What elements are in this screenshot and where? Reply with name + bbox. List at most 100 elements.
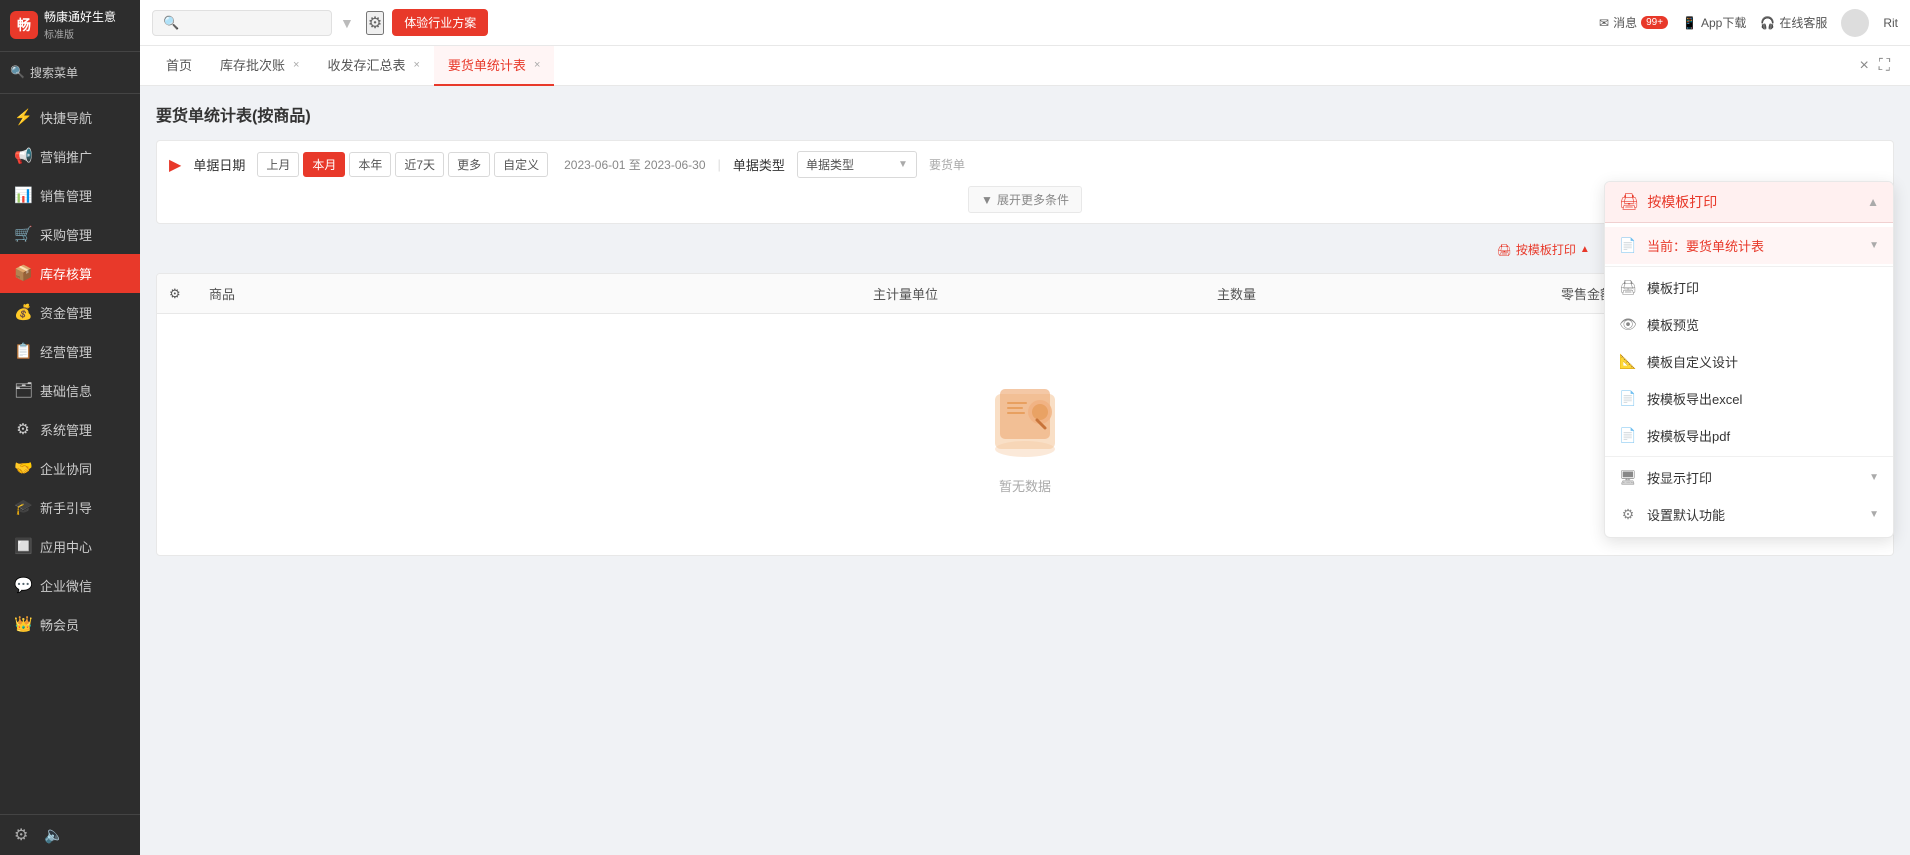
sidebar-item-marketing[interactable]: 📢 营销推广: [0, 137, 140, 176]
settings-bottom-icon[interactable]: ⚙: [14, 825, 28, 845]
template-print-arrow: ▲: [1580, 244, 1590, 255]
sidebar-item-label: 新手引导: [40, 498, 92, 517]
th-unit: 主计量单位: [861, 274, 1205, 313]
main-area: 🔍 ▼ ⚙ 体验行业方案 ✉ 消息 99+ 📱 App下载 🎧 在线客服 Rit: [140, 0, 1910, 855]
appstore-icon: 🔲: [14, 537, 32, 555]
expand-icon: ▼: [981, 193, 993, 207]
topbar-search-box[interactable]: 🔍: [152, 10, 332, 36]
dropdown-template-design[interactable]: 📐 模板自定义设计: [1605, 343, 1893, 380]
template-print-label: 按模板打印: [1516, 241, 1576, 258]
tab-order-stats-close[interactable]: ×: [534, 59, 540, 71]
online-service-label: 在线客服: [1779, 14, 1827, 31]
topbar-search-input[interactable]: [185, 16, 305, 30]
sidebar-item-label: 采购管理: [40, 225, 92, 244]
dropdown-current-template[interactable]: 📄 当前：要货单统计表 ▼: [1605, 227, 1893, 264]
tab-batch-account-close[interactable]: ×: [293, 59, 299, 71]
dropdown-default-func[interactable]: ⚙ 设置默认功能 ▼: [1605, 496, 1893, 533]
sidebar-item-label: 企业协同: [40, 459, 92, 478]
window-close-btn[interactable]: ×: [1859, 57, 1868, 75]
dropdown-printer-icon: 🖨: [1619, 192, 1639, 212]
dropdown-template-preview-label: 模板预览: [1647, 315, 1879, 334]
speaker-icon[interactable]: 🔈: [44, 825, 64, 845]
topbar-dropdown-arrow[interactable]: ▼: [340, 15, 354, 31]
tab-home[interactable]: 首页: [152, 46, 206, 86]
dropdown-display-print-arrow: ▼: [1869, 472, 1879, 483]
sidebar-item-operations[interactable]: 📋 经营管理: [0, 332, 140, 371]
user-avatar[interactable]: [1841, 9, 1869, 37]
app-download-action[interactable]: 📱 App下载: [1682, 14, 1746, 31]
dropdown-header-left: 🖨 按模板打印: [1619, 192, 1717, 212]
search-menu-label: 搜索菜单: [30, 64, 78, 81]
filter-divider1: |: [718, 157, 721, 172]
dropdown-default-func-label: 设置默认功能: [1647, 505, 1859, 524]
date-btn-current-month[interactable]: 本月: [303, 152, 345, 177]
sidebar-item-quick-nav[interactable]: ⚡ 快捷导航: [0, 98, 140, 137]
th-quantity: 主数量: [1205, 274, 1549, 313]
date-btn-current-year[interactable]: 本年: [349, 152, 391, 177]
dropdown-collapse-icon[interactable]: ▲: [1867, 195, 1879, 209]
search-menu-button[interactable]: 🔍 搜索菜单: [10, 60, 130, 85]
expand-more-button[interactable]: ▼ 展开更多条件: [968, 186, 1082, 213]
trial-button[interactable]: 体验行业方案: [392, 9, 488, 36]
tab-receipt-summary-close[interactable]: ×: [413, 59, 419, 71]
order-type-label: 单据类型: [733, 155, 785, 174]
sidebar-item-wechat[interactable]: 💬 企业微信: [0, 566, 140, 605]
dropdown-title: 按模板打印: [1647, 192, 1717, 212]
date-buttons: 上月 本月 本年 近7天 更多 自定义: [257, 152, 548, 177]
sidebar-item-sales[interactable]: 📊 销售管理: [0, 176, 140, 215]
order-type-arrow-icon: ▼: [898, 159, 908, 170]
window-maximize-btn[interactable]: ⛶: [1879, 57, 1890, 75]
filter-expand-icon[interactable]: ▶: [169, 155, 181, 175]
dropdown-export-excel[interactable]: 📄 按模板导出excel: [1605, 380, 1893, 417]
dropdown-default-func-arrow: ▼: [1869, 509, 1879, 520]
dropdown-export-pdf[interactable]: 📄 按模板导出pdf: [1605, 417, 1893, 454]
sidebar-item-inventory[interactable]: 📦 库存核算: [0, 254, 140, 293]
date-btn-custom[interactable]: 自定义: [494, 152, 548, 177]
date-btn-more[interactable]: 更多: [448, 152, 490, 177]
order-type-select[interactable]: 单据类型 ▼: [797, 151, 917, 178]
topbar-gear-button[interactable]: ⚙: [366, 11, 384, 35]
sidebar-item-appstore[interactable]: 🔲 应用中心: [0, 527, 140, 566]
dropdown-template-design-icon: 📐: [1619, 353, 1637, 370]
inventory-icon: 📦: [14, 264, 32, 282]
basic-icon: 🗂: [14, 381, 32, 399]
th-settings[interactable]: ⚙: [157, 276, 197, 312]
sidebar-item-purchase[interactable]: 🛒 采购管理: [0, 215, 140, 254]
tab-batch-account-label: 库存批次账: [220, 55, 285, 74]
dropdown-current-template-label: 当前：要货单统计表: [1647, 236, 1859, 255]
sidebar-item-system[interactable]: ⚙ 系统管理: [0, 410, 140, 449]
online-service-action[interactable]: 🎧 在线客服: [1760, 14, 1827, 31]
dropdown-body: 📄 当前：要货单统计表 ▼ 🖨 模板打印 👁 模板预览 📐 模板自定义设计: [1605, 223, 1893, 537]
template-print-button[interactable]: 🖨 按模板打印 ▲: [1489, 237, 1598, 262]
dropdown-default-func-icon: ⚙: [1619, 506, 1637, 523]
operations-icon: 📋: [14, 342, 32, 360]
order-class-label: 要货单: [929, 156, 965, 173]
date-btn-prev-month[interactable]: 上月: [257, 152, 299, 177]
dropdown-template-print-icon: 🖨: [1619, 279, 1637, 296]
template-print-dropdown: 🖨 按模板打印 ▲ 📄 当前：要货单统计表 ▼ 🖨 模板打印: [1604, 181, 1894, 538]
tab-home-label: 首页: [166, 55, 192, 74]
dropdown-template-print-label: 模板打印: [1647, 278, 1879, 297]
logo-badge: 标准版: [44, 26, 116, 41]
topbar-search-icon: 🔍: [163, 15, 179, 31]
tab-receipt-summary[interactable]: 收发存汇总表 ×: [313, 46, 433, 86]
sidebar-item-member[interactable]: 👑 畅会员: [0, 605, 140, 644]
dropdown-display-print[interactable]: 🖥 按显示打印 ▼: [1605, 459, 1893, 496]
sidebar-item-guide[interactable]: 🎓 新手引导: [0, 488, 140, 527]
sidebar-item-label: 系统管理: [40, 420, 92, 439]
headset-icon: 🎧: [1760, 16, 1775, 30]
dropdown-template-print[interactable]: 🖨 模板打印: [1605, 269, 1893, 306]
sidebar-item-finance[interactable]: 💰 资金管理: [0, 293, 140, 332]
dropdown-template-preview[interactable]: 👁 模板预览: [1605, 306, 1893, 343]
sidebar-item-collab[interactable]: 🤝 企业协同: [0, 449, 140, 488]
message-action[interactable]: ✉ 消息 99+: [1599, 14, 1668, 31]
sidebar-item-basic[interactable]: 🗂 基础信息: [0, 371, 140, 410]
dropdown-template-preview-icon: 👁: [1619, 316, 1637, 333]
tab-batch-account[interactable]: 库存批次账 ×: [206, 46, 313, 86]
tab-order-stats[interactable]: 要货单统计表 ×: [434, 46, 554, 86]
dropdown-sep2: [1605, 456, 1893, 457]
tab-receipt-summary-label: 收发存汇总表: [327, 55, 405, 74]
date-btn-last7[interactable]: 近7天: [395, 152, 444, 177]
dropdown-template-design-label: 模板自定义设计: [1647, 352, 1879, 371]
topbar: 🔍 ▼ ⚙ 体验行业方案 ✉ 消息 99+ 📱 App下载 🎧 在线客服 Rit: [140, 0, 1910, 46]
